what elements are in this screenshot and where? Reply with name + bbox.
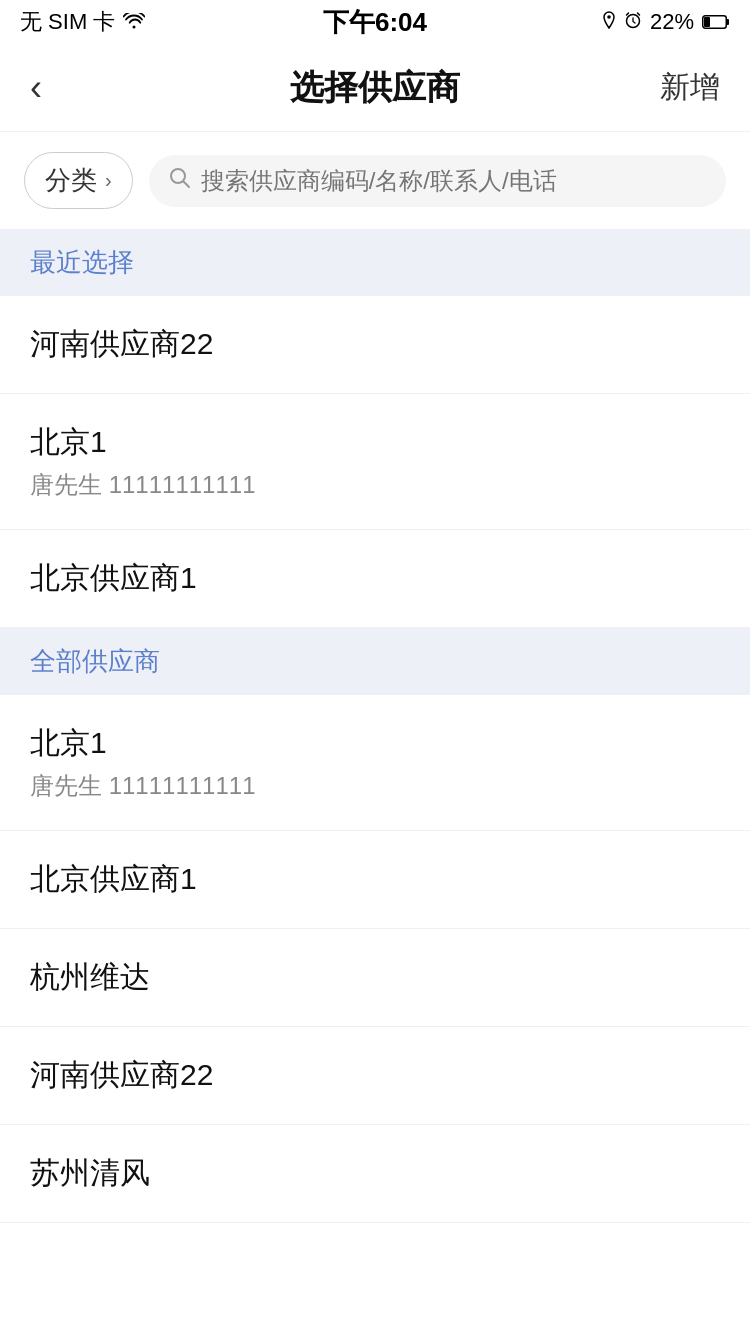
status-left: 无 SIM 卡 [20,7,145,37]
recent-list: 河南供应商22 北京1 唐先生 11111111111 北京供应商1 [0,296,750,628]
list-item[interactable]: 杭州维达 [0,929,750,1027]
supplier-sub: 唐先生 11111111111 [30,469,720,501]
supplier-name: 河南供应商22 [30,1055,720,1096]
list-item[interactable]: 河南供应商22 [0,296,750,394]
supplier-name: 北京1 [30,422,720,463]
list-item[interactable]: 苏州清风 [0,1125,750,1223]
all-list: 北京1 唐先生 11111111111 北京供应商1 杭州维达 河南供应商22 … [0,695,750,1223]
list-item[interactable]: 北京供应商1 [0,530,750,628]
supplier-name: 河南供应商22 [30,324,720,365]
all-section-header: 全部供应商 [0,628,750,695]
page-title: 选择供应商 [290,65,460,111]
svg-point-0 [607,15,611,19]
chevron-right-icon: › [105,169,112,192]
list-item[interactable]: 北京1 唐先生 11111111111 [0,695,750,831]
nav-bar: ‹ 选择供应商 新增 [0,44,750,132]
new-button[interactable]: 新增 [660,67,720,108]
list-item[interactable]: 北京1 唐先生 11111111111 [0,394,750,530]
svg-rect-4 [727,19,730,25]
wifi-icon [123,9,145,35]
location-icon [602,9,616,35]
supplier-name: 杭州维达 [30,957,720,998]
search-icon [169,167,191,195]
no-sim-text: 无 SIM 卡 [20,7,115,37]
filter-row: 分类 › [0,132,750,229]
alarm-icon [624,9,642,35]
category-button[interactable]: 分类 › [24,152,133,209]
status-right: 22% [602,9,730,35]
status-bar: 无 SIM 卡 下午6:04 [0,0,750,44]
battery-percent: 22% [650,9,694,35]
list-item[interactable]: 河南供应商22 [0,1027,750,1125]
back-button[interactable]: ‹ [30,67,90,109]
recent-section-header: 最近选择 [0,229,750,296]
status-time: 下午6:04 [323,5,427,40]
supplier-name: 北京1 [30,723,720,764]
supplier-name: 北京供应商1 [30,859,720,900]
supplier-sub: 唐先生 11111111111 [30,770,720,802]
list-item[interactable]: 北京供应商1 [0,831,750,929]
category-label: 分类 [45,163,97,198]
battery-icon [702,9,730,35]
search-box[interactable] [149,155,726,207]
search-input[interactable] [201,167,706,195]
supplier-name: 北京供应商1 [30,558,720,599]
svg-rect-3 [704,17,710,27]
supplier-name: 苏州清风 [30,1153,720,1194]
